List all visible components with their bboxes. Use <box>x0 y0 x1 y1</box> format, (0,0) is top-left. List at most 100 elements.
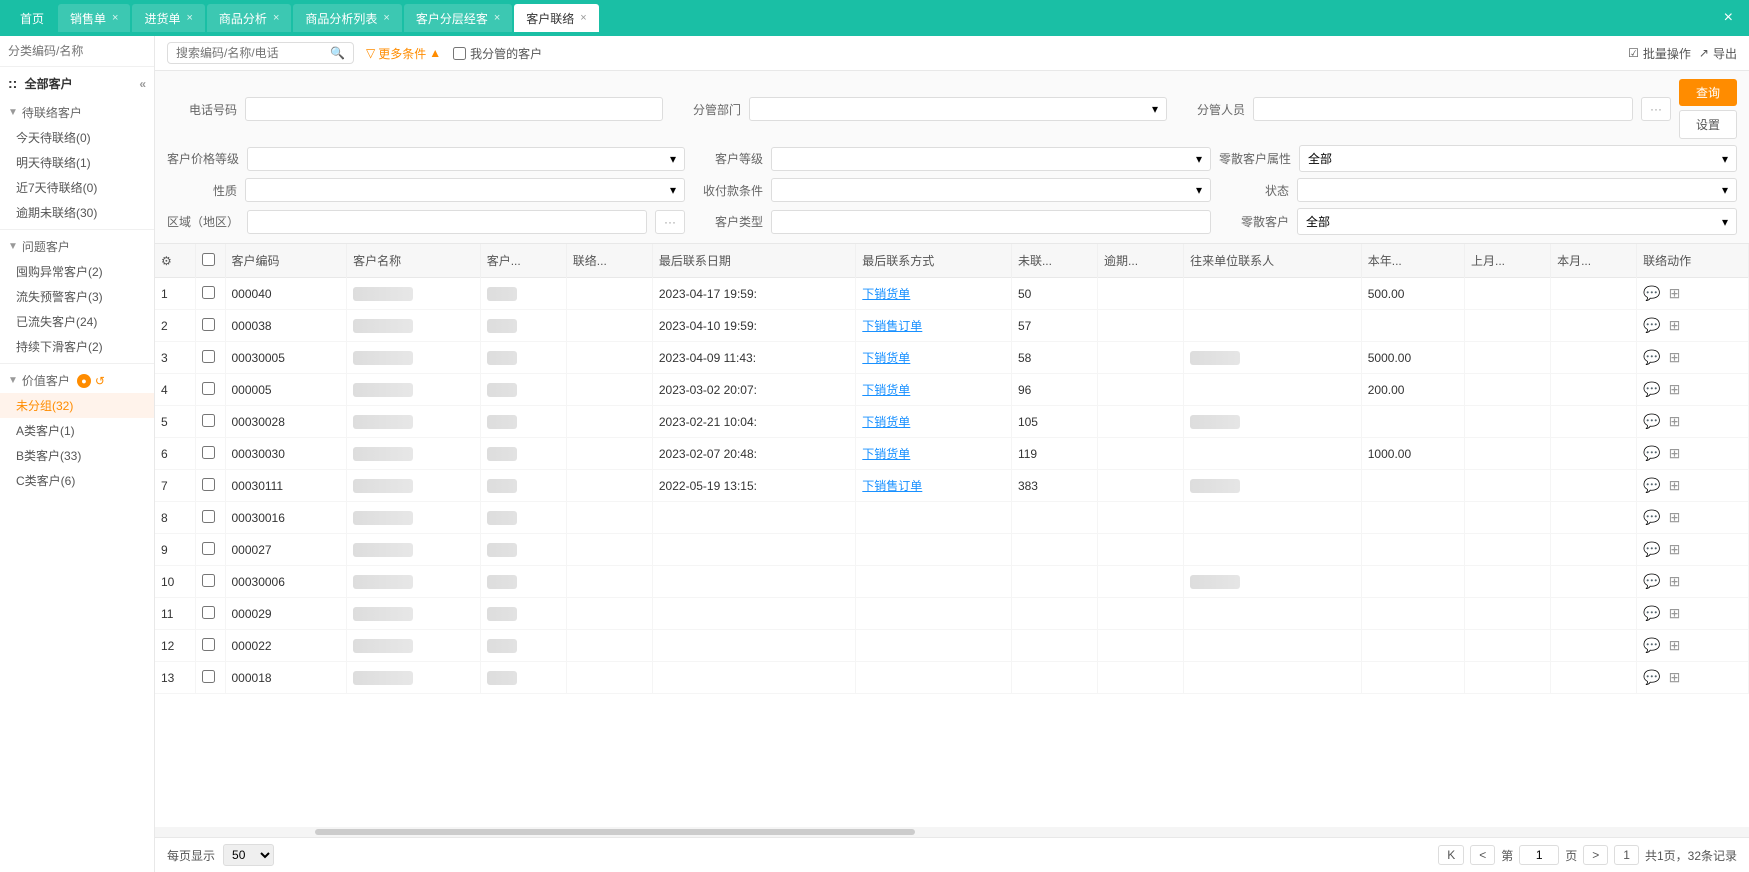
filter-more-btn[interactable]: ▽ 更多条件 ▲ <box>366 45 441 62</box>
chat-icon[interactable]: 💬 <box>1643 637 1660 654</box>
cell-check[interactable] <box>195 278 225 310</box>
price-level-select[interactable]: ▾ <box>247 147 685 171</box>
manager-input[interactable] <box>1253 97 1633 121</box>
refresh-icon[interactable]: ↺ <box>95 374 105 388</box>
chat-icon[interactable]: 💬 <box>1643 541 1660 558</box>
sidebar-item-class-c[interactable]: C类客户(6) <box>0 468 154 493</box>
cell-check[interactable] <box>195 630 225 662</box>
filter-search-input[interactable] <box>176 46 326 60</box>
cell-check[interactable] <box>195 470 225 502</box>
chat-icon[interactable]: 💬 <box>1643 381 1660 398</box>
chat-icon[interactable]: 💬 <box>1643 669 1660 686</box>
sidebar-item-class-a[interactable]: A类客户(1) <box>0 418 154 443</box>
nature-select[interactable]: ▾ <box>245 178 685 202</box>
chat-icon[interactable]: 💬 <box>1643 477 1660 494</box>
retail-customer-select[interactable]: 全部 ▾ <box>1297 208 1737 235</box>
first-page-btn[interactable]: K <box>1438 845 1464 865</box>
nav-tab-sales[interactable]: 销售单 × <box>58 4 130 32</box>
nav-home[interactable]: 首页 <box>8 4 56 32</box>
nav-tab-customer-contact[interactable]: 客户联络 × <box>514 4 598 32</box>
my-customers-checkbox[interactable]: 我分管的客户 <box>453 45 542 62</box>
batch-operate-btn[interactable]: ☑ 批量操作 <box>1628 45 1691 62</box>
grid-action-icon[interactable]: ⊞ <box>1669 445 1681 462</box>
grid-action-icon[interactable]: ⊞ <box>1669 413 1681 430</box>
nav-tab-product-analysis[interactable]: 商品分析 × <box>207 4 291 32</box>
manager-ellipsis[interactable]: ··· <box>1641 97 1671 121</box>
chat-icon[interactable]: 💬 <box>1643 349 1660 366</box>
chat-icon[interactable]: 💬 <box>1643 413 1660 430</box>
grid-action-icon[interactable]: ⊞ <box>1669 477 1681 494</box>
cell-check[interactable] <box>195 662 225 694</box>
per-page-select[interactable]: 50 100 <box>223 844 274 866</box>
grid-action-icon[interactable]: ⊞ <box>1669 669 1681 686</box>
grid-action-icon[interactable]: ⊞ <box>1669 381 1681 398</box>
all-customers-header[interactable]: :: 全部客户 « <box>0 67 154 100</box>
cell-check[interactable] <box>195 374 225 406</box>
close-icon[interactable]: × <box>383 12 389 24</box>
cell-check[interactable] <box>195 310 225 342</box>
chat-icon[interactable]: 💬 <box>1643 285 1660 302</box>
nav-tab-product-list[interactable]: 商品分析列表 × <box>293 4 401 32</box>
cell-check[interactable] <box>195 598 225 630</box>
close-icon[interactable]: × <box>494 12 500 24</box>
close-icon[interactable]: × <box>273 12 279 24</box>
nav-tab-purchase[interactable]: 进货单 × <box>132 4 204 32</box>
prev-page-btn[interactable]: < <box>1470 845 1495 865</box>
grid-action-icon[interactable]: ⊞ <box>1669 573 1681 590</box>
last-page-btn[interactable]: 1 <box>1614 845 1639 865</box>
status-select[interactable]: ▾ <box>1297 178 1737 202</box>
dept-select[interactable]: ▾ <box>749 97 1167 121</box>
close-icon[interactable]: × <box>112 12 118 24</box>
search-icon2[interactable]: 🔍 <box>330 46 345 60</box>
cell-check[interactable] <box>195 406 225 438</box>
horizontal-scrollbar[interactable] <box>155 827 1749 837</box>
reset-button[interactable]: 设置 <box>1679 110 1737 139</box>
sidebar-item-unclassified[interactable]: 未分组(32) <box>0 393 154 418</box>
grid-action-icon[interactable]: ⊞ <box>1669 605 1681 622</box>
sidebar-group-problem[interactable]: ▼ 问题客户 <box>0 234 154 259</box>
sidebar-item-today[interactable]: 今天待联络(0) <box>0 125 154 150</box>
region-input[interactable] <box>247 210 647 234</box>
sidebar-group-pending[interactable]: ▼ 待联络客户 <box>0 100 154 125</box>
export-btn[interactable]: ↗ 导出 <box>1699 45 1737 62</box>
sidebar-group-value[interactable]: ▼ 价值客户 ● ↺ <box>0 368 154 393</box>
chat-icon[interactable]: 💬 <box>1643 509 1660 526</box>
my-customers-check[interactable] <box>453 47 466 60</box>
chat-icon[interactable]: 💬 <box>1643 445 1660 462</box>
cell-check[interactable] <box>195 566 225 598</box>
grid-action-icon[interactable]: ⊞ <box>1669 285 1681 302</box>
chat-icon[interactable]: 💬 <box>1643 605 1660 622</box>
cell-check[interactable] <box>195 342 225 374</box>
scrollbar-thumb[interactable] <box>315 829 915 835</box>
sidebar-search-input[interactable] <box>8 44 155 58</box>
close-icon[interactable]: × <box>186 12 192 24</box>
page-number-input[interactable] <box>1519 845 1559 865</box>
customer-type-input[interactable] <box>771 210 1211 234</box>
customer-level-select[interactable]: ▾ <box>771 147 1211 171</box>
payment-select[interactable]: ▾ <box>771 178 1211 202</box>
sidebar-item-hoarding[interactable]: 囤购异常客户(2) <box>0 259 154 284</box>
sidebar-item-overdue[interactable]: 逾期未联络(30) <box>0 200 154 225</box>
grid-action-icon[interactable]: ⊞ <box>1669 541 1681 558</box>
nav-tab-customer-tier[interactable]: 客户分层经客 × <box>404 4 512 32</box>
sidebar-item-churned[interactable]: 已流失客户(24) <box>0 309 154 334</box>
sidebar-item-tomorrow[interactable]: 明天待联络(1) <box>0 150 154 175</box>
window-close-icon[interactable]: × <box>1716 9 1741 27</box>
chat-icon[interactable]: 💬 <box>1643 317 1660 334</box>
collapse-icon[interactable]: « <box>139 77 146 91</box>
cell-check[interactable] <box>195 534 225 566</box>
cell-check[interactable] <box>195 438 225 470</box>
sidebar-item-declining[interactable]: 持续下滑客户(2) <box>0 334 154 359</box>
retail-attr-select[interactable]: 全部 ▾ <box>1299 145 1737 172</box>
grid-action-icon[interactable]: ⊞ <box>1669 509 1681 526</box>
grid-action-icon[interactable]: ⊞ <box>1669 637 1681 654</box>
sidebar-item-class-b[interactable]: B类客户(33) <box>0 443 154 468</box>
close-icon[interactable]: × <box>580 12 586 24</box>
grid-action-icon[interactable]: ⊞ <box>1669 349 1681 366</box>
settings-icon[interactable]: ⚙ <box>161 254 172 268</box>
sidebar-item-7days[interactable]: 近7天待联络(0) <box>0 175 154 200</box>
select-all-checkbox[interactable] <box>202 253 215 266</box>
phone-input[interactable] <box>245 97 663 121</box>
next-page-btn[interactable]: > <box>1583 845 1608 865</box>
query-button[interactable]: 查询 <box>1679 79 1737 106</box>
